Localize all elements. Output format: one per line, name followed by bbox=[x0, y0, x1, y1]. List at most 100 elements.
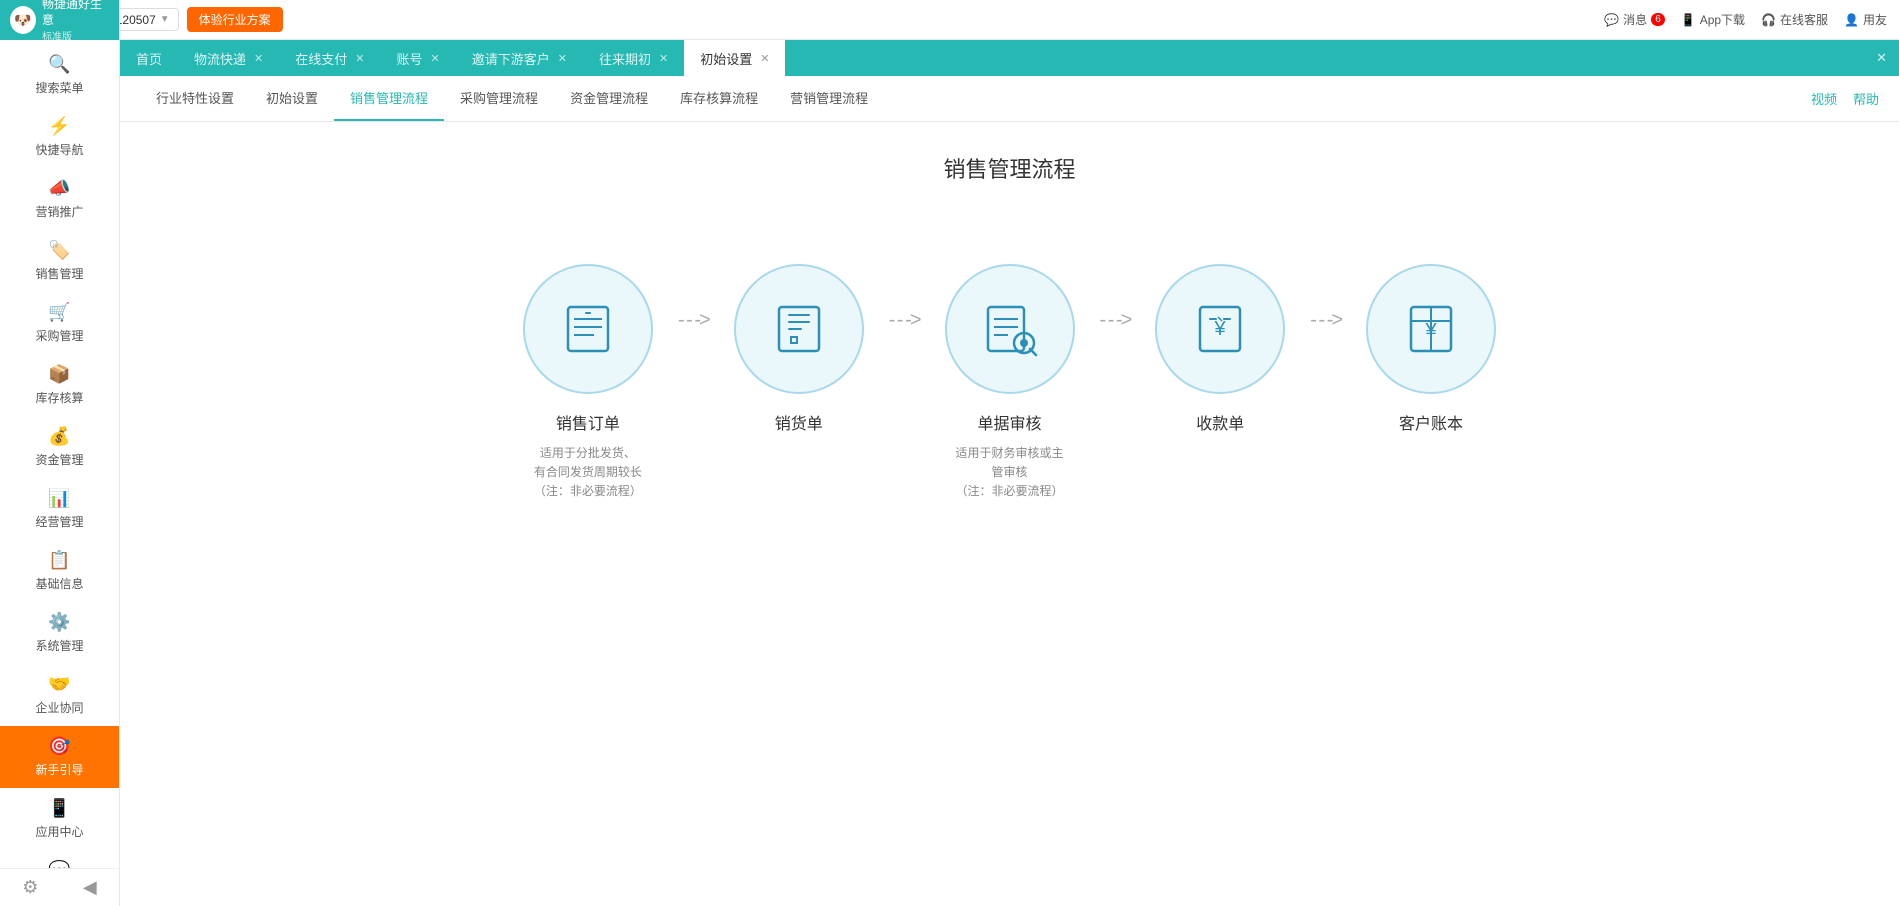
flow-step-audit: 单据审核适用于财务审核或主管审核（注：非必要流程） bbox=[920, 264, 1100, 502]
flow-step-title-sales-delivery: 销货单 bbox=[775, 410, 823, 434]
flow-circle-receipt: ¥ bbox=[1155, 264, 1285, 394]
sub-tab-库存核算流程[interactable]: 库存核算流程 bbox=[664, 76, 774, 121]
sub-tab-初始设置[interactable]: 初始设置 bbox=[250, 76, 334, 121]
collapse-icon[interactable]: ◀ bbox=[83, 877, 97, 898]
sidebar-item-营销推广[interactable]: 📣营销推广 bbox=[0, 168, 119, 230]
sidebar-item-采购管理[interactable]: 🛒 采购管理 bbox=[0, 292, 119, 354]
sidebar-item-企业协同[interactable]: 🤝企业协同 bbox=[0, 664, 119, 726]
nav-icon: ⚡ bbox=[48, 116, 70, 137]
sidebar-item-搜索菜单[interactable]: 🔍 搜索菜单 bbox=[0, 44, 119, 106]
sub-tabs: 行业特性设置初始设置销售管理流程采购管理流程资金管理流程库存核算流程营销管理流程… bbox=[120, 76, 1899, 122]
flow-circle-audit bbox=[945, 264, 1075, 394]
nav-icon: 🛒 bbox=[48, 302, 70, 323]
app-download-item[interactable]: 📱 App下载 bbox=[1681, 11, 1745, 28]
sidebar-item-销售管理[interactable]: 🏷️销售管理 bbox=[0, 230, 119, 292]
nav-tab-label: 在线支付 bbox=[295, 49, 347, 68]
sidebar-item-label: 销售管理 bbox=[35, 265, 83, 282]
sidebar-item-新手引导[interactable]: 🎯新手引导 bbox=[0, 726, 119, 788]
arrow-icon: - - -> bbox=[678, 309, 709, 332]
sidebar-item-label: 应用中心 bbox=[35, 823, 83, 840]
flow-step-title-receipt: 收款单 bbox=[1196, 410, 1244, 434]
flow-circle-sales-order bbox=[523, 264, 653, 394]
help-link[interactable]: 帮助 bbox=[1853, 89, 1879, 108]
close-icon[interactable]: ✕ bbox=[431, 52, 440, 65]
experience-button[interactable]: 体验行业方案 bbox=[187, 7, 283, 32]
sidebar-item-基础信息[interactable]: 📋 基础信息 bbox=[0, 540, 119, 602]
sidebar-item-label: 搜索菜单 bbox=[35, 79, 83, 96]
chevron-down-icon: ▼ bbox=[160, 14, 170, 25]
close-icon[interactable]: ✕ bbox=[254, 52, 263, 65]
sub-tab-资金管理流程[interactable]: 资金管理流程 bbox=[554, 76, 664, 121]
flow-arrow-1: - - -> bbox=[889, 264, 920, 332]
sidebar: 🐶 畅捷通好生意 标准版 🔍 搜索菜单 ⚡ 快捷导航 📣营销推广🏷️销售管理 🛒 采购管理 📦… bbox=[0, 0, 120, 906]
close-icon[interactable]: ✕ bbox=[760, 52, 769, 65]
flow-circle-customer-ledger: ¥ bbox=[1366, 264, 1496, 394]
sidebar-item-系统管理[interactable]: ⚙️ 系统管理 bbox=[0, 602, 119, 664]
download-icon: 📱 bbox=[1681, 13, 1696, 27]
user-avatar-item[interactable]: 👤 用友 bbox=[1844, 11, 1887, 28]
flow-circle-sales-delivery bbox=[734, 264, 864, 394]
sidebar-logo: 🐶 畅捷通好生意 标准版 bbox=[0, 0, 119, 40]
sub-tab-行业特性设置[interactable]: 行业特性设置 bbox=[140, 76, 250, 121]
nav-tab-物流快递[interactable]: 物流快递✕ bbox=[178, 40, 279, 76]
nav-icon: ⚙️ bbox=[48, 612, 70, 633]
close-icon[interactable]: ✕ bbox=[355, 52, 364, 65]
arrow-icon: - - -> bbox=[889, 309, 920, 332]
video-link[interactable]: 视频 bbox=[1811, 89, 1837, 108]
flow-step-title-customer-ledger: 客户账本 bbox=[1399, 410, 1463, 434]
sub-tab-营销管理流程[interactable]: 营销管理流程 bbox=[774, 76, 884, 121]
nav-icon: 🔍 bbox=[48, 54, 70, 75]
flow-step-sales-order: 销售订单适用于分批发货、有合同发货周期较长（注：非必要流程） bbox=[498, 264, 678, 502]
close-icon[interactable]: ✕ bbox=[659, 52, 668, 65]
nav-tab-在线支付[interactable]: 在线支付 ✕ bbox=[279, 40, 380, 76]
sidebar-item-label: 库存核算 bbox=[35, 389, 83, 406]
flow-diagram: 销售订单适用于分批发货、有合同发货周期较长（注：非必要流程）- - -> 销货单… bbox=[160, 244, 1859, 522]
nav-icon: 📋 bbox=[48, 550, 70, 571]
app-download-label: App下载 bbox=[1700, 11, 1745, 28]
close-all-tabs[interactable]: ✕ bbox=[1864, 50, 1899, 66]
sub-tab-采购管理流程[interactable]: 采购管理流程 bbox=[444, 76, 554, 121]
nav-icon: 🤝 bbox=[48, 674, 70, 695]
nav-icon: 📊 bbox=[48, 488, 70, 509]
flow-arrow-2: - - -> bbox=[1100, 264, 1131, 332]
nav-tab-label: 初始设置 bbox=[700, 49, 752, 68]
flow-step-sales-delivery: 销货单 bbox=[709, 264, 889, 444]
sidebar-item-快捷导航[interactable]: ⚡ 快捷导航 bbox=[0, 106, 119, 168]
sidebar-item-label: 快捷导航 bbox=[35, 141, 83, 158]
sidebar-item-资金管理[interactable]: 💰 资金管理 bbox=[0, 416, 119, 478]
nav-tab-label: 首页 bbox=[136, 49, 162, 68]
sidebar-bottom: ⚙ ◀ bbox=[0, 868, 119, 906]
message-label: 消息 bbox=[1623, 11, 1647, 28]
nav-tab-账号[interactable]: 账号✕ bbox=[380, 40, 455, 76]
settings-icon[interactable]: ⚙ bbox=[22, 877, 38, 898]
sidebar-item-label: 新手引导 bbox=[35, 761, 83, 778]
online-service-item[interactable]: 🎧 在线客服 bbox=[1761, 11, 1828, 28]
nav-tab-首页[interactable]: 首页 bbox=[120, 40, 178, 76]
nav-tab-初始设置[interactable]: 初始设置 ✕ bbox=[684, 40, 785, 76]
close-icon[interactable]: ✕ bbox=[558, 52, 567, 65]
page-body: 销售管理流程 销售订单适用于分批发货、有合同发货周期较长（注：非必要流程）- -… bbox=[120, 122, 1899, 552]
sidebar-item-经营管理[interactable]: 📊经营管理 bbox=[0, 478, 119, 540]
nav-tabs-bar: 首页物流快递✕在线支付✕账号✕邀请下游客户✕往来期初✕初始设置✕✕ bbox=[120, 40, 1899, 76]
sidebar-item-库存核算[interactable]: 📦库存核算 bbox=[0, 354, 119, 416]
sidebar-item-企业微信[interactable]: 💬企业微信 bbox=[0, 850, 119, 868]
nav-tab-往来期初[interactable]: 往来期初✕ bbox=[583, 40, 684, 76]
nav-icon: 📣 bbox=[48, 178, 70, 199]
avatar: 👤 bbox=[1844, 13, 1859, 27]
sidebar-item-label: 系统管理 bbox=[35, 637, 83, 654]
message-item[interactable]: 💬 消息 6 bbox=[1604, 11, 1665, 28]
flow-step-title-audit: 单据审核 bbox=[977, 410, 1041, 434]
sidebar-item-label: 采购管理 bbox=[35, 327, 83, 344]
logo-icon: 🐶 bbox=[10, 6, 36, 34]
nav-icon: 💰 bbox=[48, 426, 70, 447]
sidebar-item-label: 资金管理 bbox=[35, 451, 83, 468]
tab-actions: 视频 帮助 bbox=[1811, 89, 1879, 108]
sidebar-item-label: 基础信息 bbox=[35, 575, 83, 592]
top-bar: 用户690企业1660120507 ▼ 体验行业方案 💬 消息 6 📱 App下… bbox=[0, 0, 1899, 40]
flow-arrow-0: - - -> bbox=[678, 264, 709, 332]
nav-tab-邀请下游客户[interactable]: 邀请下游客户✕ bbox=[456, 40, 583, 76]
sub-tab-销售管理流程[interactable]: 销售管理流程 bbox=[334, 76, 444, 121]
flow-step-receipt: ¥ 收款单 bbox=[1130, 264, 1310, 444]
sidebar-item-应用中心[interactable]: 📱应用中心 bbox=[0, 788, 119, 850]
user-name: 用友 bbox=[1863, 11, 1887, 28]
